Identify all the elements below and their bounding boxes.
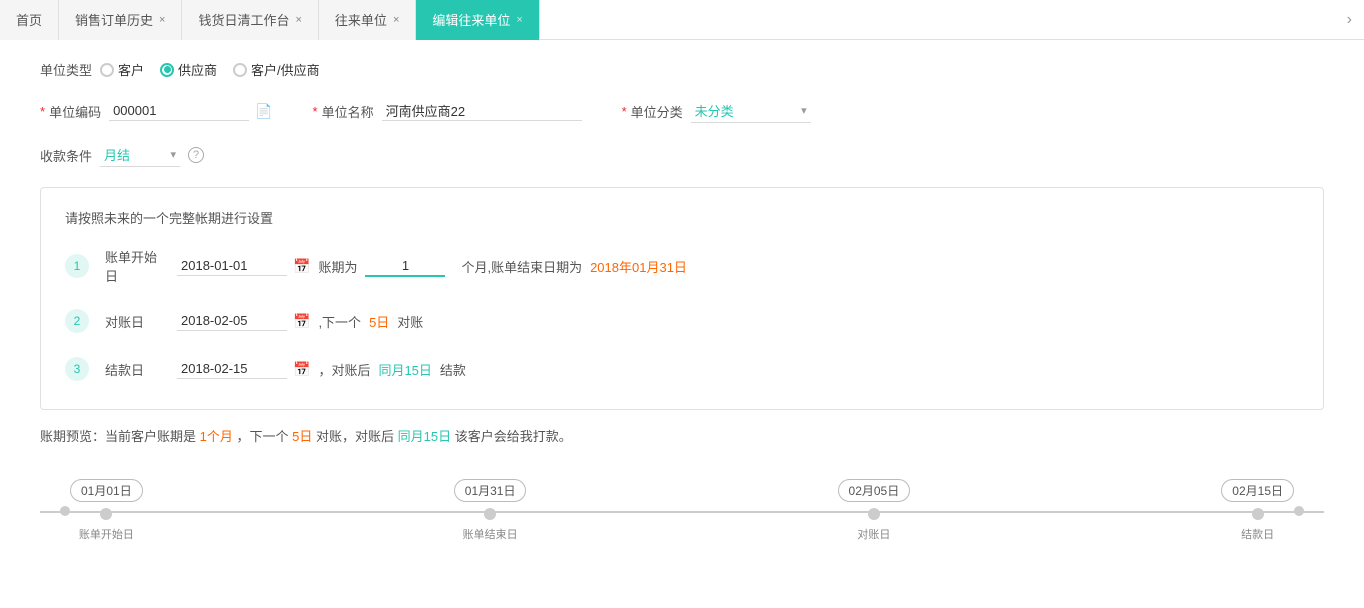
row1-highlight: 2018年01月31日 bbox=[590, 257, 687, 276]
radio-circle-customer bbox=[100, 63, 114, 77]
timeline-point-3: 02月15日 结款日 bbox=[1221, 479, 1294, 542]
start-date-input[interactable] bbox=[177, 256, 287, 276]
preview-mid2: 对账，对账后 bbox=[316, 429, 394, 444]
period-input[interactable] bbox=[365, 256, 445, 277]
unit-info-row: * 单位编码 📄 * 单位名称 * 单位分类 未分类 ▾ bbox=[40, 99, 1324, 123]
setting-row-1: 1 账单开始日 📅 账期为 个月,账单结束日期为 2018年01月31日 bbox=[65, 247, 1299, 285]
payment-date-input[interactable] bbox=[177, 359, 287, 379]
row1-suffix-post: 个月,账单结束日期为 bbox=[461, 257, 582, 276]
row-num-2: 2 bbox=[65, 309, 89, 333]
row1-suffix-pre: 账期为 bbox=[318, 257, 357, 276]
unit-name-label: 单位名称 bbox=[322, 102, 374, 121]
row3-highlight: 同月15日 bbox=[378, 360, 431, 379]
unit-code-icon[interactable]: 📄 bbox=[255, 103, 272, 120]
point-date-3: 02月15日 bbox=[1221, 479, 1294, 502]
unit-type-row: 单位类型 客户 供应商 客户/供应商 bbox=[40, 60, 1324, 79]
unit-code-group: * 单位编码 📄 bbox=[40, 101, 273, 121]
row3-post: 结款 bbox=[440, 360, 466, 379]
radio-supplier[interactable]: 供应商 bbox=[160, 60, 217, 79]
radio-label-customer: 客户 bbox=[118, 60, 144, 79]
point-label-2: 对账日 bbox=[857, 526, 890, 542]
radio-label-both: 客户/供应商 bbox=[251, 60, 320, 79]
point-dot-2 bbox=[868, 508, 880, 520]
radio-circle-both bbox=[233, 63, 247, 77]
timeline: 01月01日 账单开始日 01月31日 账单结束日 02月05日 对账日 02月… bbox=[40, 469, 1324, 552]
radio-both[interactable]: 客户/供应商 bbox=[233, 60, 320, 79]
point-date-0: 01月01日 bbox=[70, 479, 143, 502]
timeline-left-dot bbox=[60, 506, 70, 516]
tabs-bar: 首页 销售订单历史 × 钱货日清工作台 × 往来单位 × 编辑往来单位 × › bbox=[0, 0, 1364, 40]
unit-category-group: * 单位分类 未分类 ▾ bbox=[622, 99, 811, 123]
tab-cash-work[interactable]: 钱货日清工作台 × bbox=[182, 0, 318, 40]
unit-type-label: 单位类型 bbox=[40, 60, 92, 79]
payment-date-cal-icon[interactable]: 📅 bbox=[293, 361, 310, 378]
reconcile-date-cal-icon[interactable]: 📅 bbox=[293, 313, 310, 330]
unit-name-group: * 单位名称 bbox=[313, 101, 582, 121]
start-date-cal-icon[interactable]: 📅 bbox=[293, 258, 310, 275]
row-label-2: 对账日 bbox=[105, 312, 165, 331]
help-icon[interactable]: ? bbox=[188, 147, 204, 163]
timeline-point-2: 02月05日 对账日 bbox=[838, 479, 911, 542]
close-sales-history[interactable]: × bbox=[159, 14, 165, 26]
tab-partner[interactable]: 往来单位 × bbox=[319, 0, 416, 40]
preview-mid1: ，下一个 bbox=[237, 429, 289, 444]
unit-category-label: 单位分类 bbox=[631, 102, 683, 121]
preview-text: 账期预览：当前客户账期是 1个月 ，下一个 5日 对账，对账后 同月15日 该客… bbox=[40, 426, 1324, 445]
row2-post: 对账 bbox=[397, 312, 423, 331]
radio-label-supplier: 供应商 bbox=[178, 60, 217, 79]
row2-highlight: 5日 bbox=[369, 312, 389, 331]
close-partner[interactable]: × bbox=[393, 14, 399, 26]
timeline-points: 01月01日 账单开始日 01月31日 账单结束日 02月05日 对账日 02月… bbox=[70, 479, 1294, 542]
timeline-point-1: 01月31日 账单结束日 bbox=[454, 479, 527, 542]
settings-section: 请按照未来的一个完整帐期进行设置 1 账单开始日 📅 账期为 个月,账单结束日期… bbox=[40, 187, 1324, 410]
point-date-2: 02月05日 bbox=[838, 479, 911, 502]
setting-row-3: 3 结款日 📅 ，对账后 同月15日 结款 bbox=[65, 357, 1299, 381]
point-label-3: 结款日 bbox=[1241, 526, 1274, 542]
preview-part2: 5日 bbox=[292, 429, 312, 444]
row-label-1: 账单开始日 bbox=[105, 247, 165, 285]
point-date-1: 01月31日 bbox=[454, 479, 527, 502]
tab-more-button[interactable]: › bbox=[1335, 11, 1364, 29]
row-num-3: 3 bbox=[65, 357, 89, 381]
payment-chevron-icon: ▾ bbox=[170, 148, 176, 161]
row3-pre: ，对账后 bbox=[318, 360, 370, 379]
unit-category-select[interactable]: 未分类 ▾ bbox=[691, 99, 811, 123]
row2-pre: ,下一个 bbox=[318, 312, 361, 331]
unit-code-input[interactable] bbox=[109, 101, 249, 121]
close-edit-partner[interactable]: × bbox=[516, 14, 522, 26]
preview-part1: 1个月 bbox=[200, 429, 233, 444]
setting-row-2: 2 对账日 📅 ,下一个 5日 对账 bbox=[65, 309, 1299, 333]
unit-name-input[interactable] bbox=[382, 101, 582, 121]
point-dot-0 bbox=[100, 508, 112, 520]
point-label-1: 账单结束日 bbox=[463, 526, 518, 542]
tab-edit-partner[interactable]: 编辑往来单位 × bbox=[416, 0, 539, 40]
preview-part3: 同月15日 bbox=[398, 429, 451, 444]
point-label-0: 账单开始日 bbox=[79, 526, 134, 542]
payment-terms-row: 收款条件 月结 ▾ ? bbox=[40, 143, 1324, 167]
tab-sales-history[interactable]: 销售订单历史 × bbox=[59, 0, 182, 40]
timeline-point-0: 01月01日 账单开始日 bbox=[70, 479, 143, 542]
chevron-down-icon: ▾ bbox=[801, 104, 807, 117]
payment-terms-select[interactable]: 月结 ▾ bbox=[100, 143, 180, 167]
timeline-right-dot bbox=[1294, 506, 1304, 516]
tab-home[interactable]: 首页 bbox=[0, 0, 59, 40]
payment-terms-label: 收款条件 bbox=[40, 146, 92, 165]
payment-terms-value: 月结 bbox=[104, 145, 166, 164]
close-cash-work[interactable]: × bbox=[295, 14, 301, 26]
unit-code-label: 单位编码 bbox=[49, 102, 101, 121]
preview-prefix: 账期预览：当前客户账期是 bbox=[40, 429, 196, 444]
unit-type-radio-group: 客户 供应商 客户/供应商 bbox=[100, 60, 320, 79]
preview-suffix: 该客户会给我打款。 bbox=[455, 429, 572, 444]
section-title: 请按照未来的一个完整帐期进行设置 bbox=[65, 208, 1299, 227]
row-label-3: 结款日 bbox=[105, 360, 165, 379]
row-num-1: 1 bbox=[65, 254, 89, 278]
reconcile-date-input[interactable] bbox=[177, 311, 287, 331]
main-content: 单位类型 客户 供应商 客户/供应商 * 单位编码 📄 * 单位名称 bbox=[0, 40, 1364, 608]
point-dot-3 bbox=[1252, 508, 1264, 520]
unit-category-value: 未分类 bbox=[695, 101, 797, 120]
point-dot-1 bbox=[484, 508, 496, 520]
radio-circle-supplier bbox=[160, 63, 174, 77]
radio-customer[interactable]: 客户 bbox=[100, 60, 144, 79]
